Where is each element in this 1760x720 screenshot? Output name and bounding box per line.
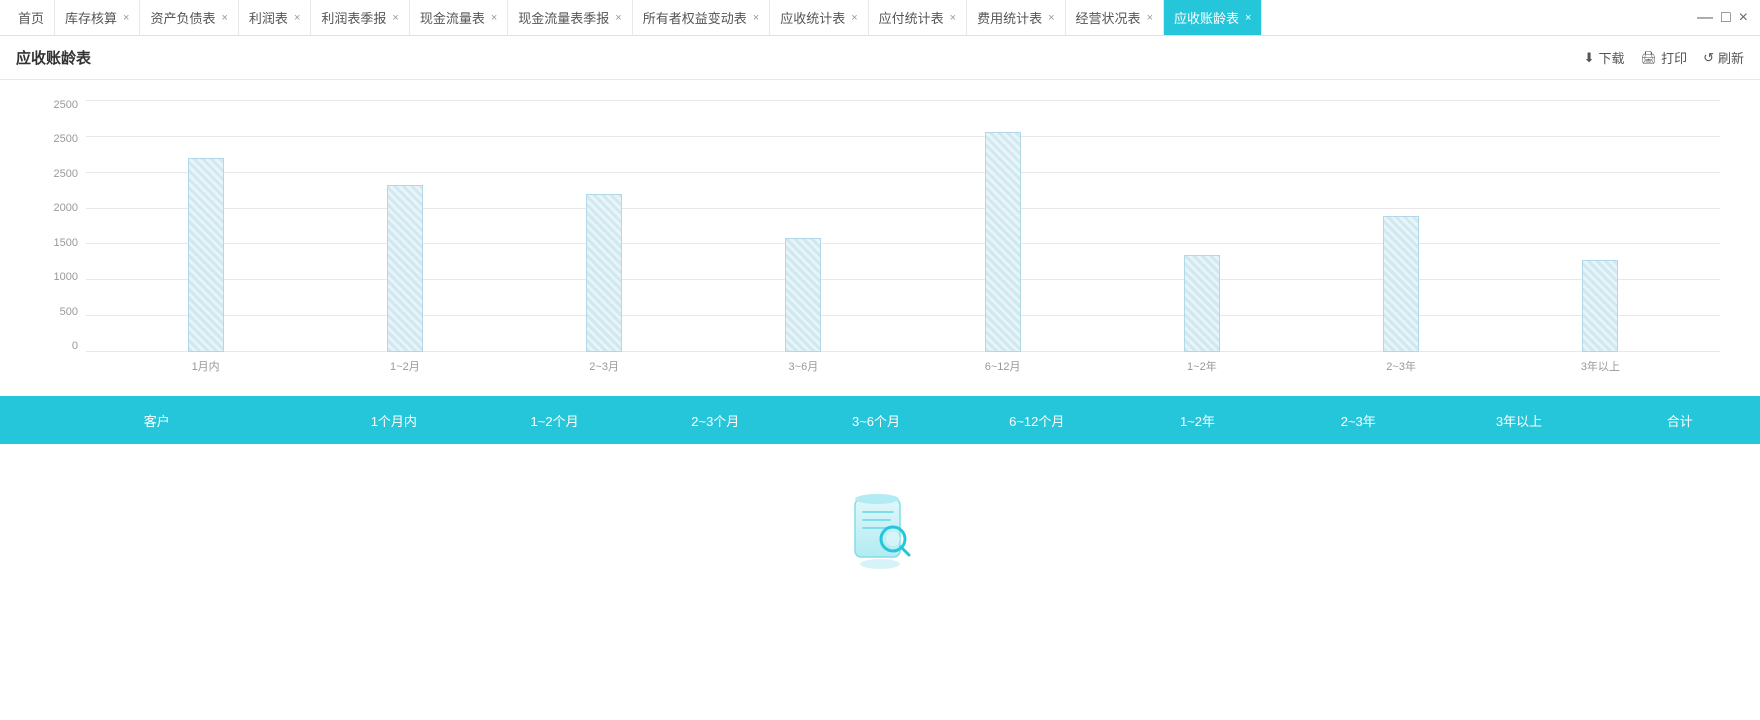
page-title: 应收账龄表: [16, 47, 91, 68]
empty-icon: [835, 484, 925, 574]
tab-equity[interactable]: 所有者权益变动表 ×: [633, 0, 770, 36]
y-label-500: 500: [40, 307, 78, 318]
bar-6: [1383, 216, 1419, 352]
chart-inner: 1月内 1~2月 2~3月 3~6月 6~12月 1~2年 2~3年 3年以上: [86, 96, 1720, 376]
x-label-5: 1~2年: [1172, 358, 1232, 374]
tab-home[interactable]: 首页: [8, 0, 55, 36]
header-actions: ⬇ 下载 🖨 打印 ↺ 刷新: [1584, 48, 1744, 67]
tab-inventory[interactable]: 库存核算 ×: [55, 0, 140, 36]
tab-payable-stat-close[interactable]: ×: [950, 12, 956, 24]
window-close[interactable]: ×: [1739, 9, 1748, 27]
tab-expense-stat-close[interactable]: ×: [1048, 12, 1054, 24]
table-header-cell-9: 合计: [1599, 411, 1760, 430]
chart-area: 0 500 1000 1500 2000 2500 2500 2500: [0, 80, 1760, 396]
tab-bar: 首页 库存核算 × 资产负债表 × 利润表 × 利润表季报 × 现金流量表 × …: [0, 0, 1760, 36]
bar-group-3: [785, 238, 821, 352]
tab-cashflow-quarterly[interactable]: 现金流量表季报 ×: [508, 0, 632, 36]
bar-4: [985, 132, 1021, 352]
x-label-6: 2~3年: [1371, 358, 1431, 374]
bar-2: [586, 194, 622, 352]
table-header-cell-2: 1~2个月: [474, 411, 635, 430]
table-header: 客户1个月内1~2个月2~3个月3~6个月6~12个月1~2年2~3年3年以上合…: [0, 396, 1760, 444]
tab-balance-close[interactable]: ×: [221, 12, 227, 24]
tab-equity-close[interactable]: ×: [753, 12, 759, 24]
y-label-2500a: 2500: [40, 169, 78, 180]
bar-group-0: [188, 158, 224, 352]
y-label-2000: 2000: [40, 203, 78, 214]
bar-group-7: [1582, 260, 1618, 352]
y-label-1000: 1000: [40, 272, 78, 283]
window-maximize[interactable]: □: [1721, 9, 1731, 27]
refresh-icon: ↺: [1703, 50, 1714, 66]
table-header-cell-5: 6~12个月: [956, 411, 1117, 430]
table-header-cell-8: 3年以上: [1439, 411, 1600, 430]
bar-group-1: [387, 185, 423, 352]
download-icon: ⬇: [1584, 50, 1595, 66]
y-label-2500c: 2500: [40, 100, 78, 111]
refresh-button[interactable]: ↺ 刷新: [1703, 48, 1744, 67]
table-header-cell-0: 客户: [0, 411, 313, 430]
table-header-cell-6: 1~2年: [1117, 411, 1278, 430]
tab-inventory-close[interactable]: ×: [123, 12, 129, 24]
table-header-cell-4: 3~6个月: [796, 411, 957, 430]
tab-profit[interactable]: 利润表 ×: [239, 0, 311, 36]
bar-group-6: [1383, 216, 1419, 352]
main-content: 0 500 1000 1500 2000 2500 2500 2500: [0, 80, 1760, 720]
table-header-cell-1: 1个月内: [313, 411, 474, 430]
tab-cashflow[interactable]: 现金流量表 ×: [410, 0, 508, 36]
page-header: 应收账龄表 ⬇ 下载 🖨 打印 ↺ 刷新: [0, 36, 1760, 80]
x-label-4: 6~12月: [973, 358, 1033, 374]
y-axis: 0 500 1000 1500 2000 2500 2500 2500: [40, 96, 78, 376]
bar-7: [1582, 260, 1618, 352]
empty-state: [0, 444, 1760, 614]
tab-cashflow-quarterly-close[interactable]: ×: [615, 12, 621, 24]
bar-0: [188, 158, 224, 352]
bar-group-4: [985, 132, 1021, 352]
y-label-1500: 1500: [40, 238, 78, 249]
tab-expense-stat[interactable]: 费用统计表 ×: [967, 0, 1065, 36]
bar-group-2: [586, 194, 622, 352]
tab-bar-actions: — □ ×: [1697, 9, 1752, 27]
tab-aging-close[interactable]: ×: [1245, 12, 1251, 24]
y-label-2500b: 2500: [40, 134, 78, 145]
bar-3: [785, 238, 821, 352]
window-minimize[interactable]: —: [1697, 9, 1713, 27]
table-header-cell-7: 2~3年: [1278, 411, 1439, 430]
x-label-1: 1~2月: [375, 358, 435, 374]
x-label-7: 3年以上: [1570, 358, 1630, 374]
chart-container: 0 500 1000 1500 2000 2500 2500 2500: [40, 96, 1720, 376]
tab-profit-quarterly-close[interactable]: ×: [392, 12, 398, 24]
bar-group-5: [1184, 255, 1220, 352]
x-label-0: 1月内: [176, 358, 236, 374]
y-label-0: 0: [40, 341, 78, 352]
tab-receivable-stat-close[interactable]: ×: [851, 12, 857, 24]
tab-profit-quarterly[interactable]: 利润表季报 ×: [311, 0, 409, 36]
tab-profit-close[interactable]: ×: [294, 12, 300, 24]
tab-operations[interactable]: 经营状况表 ×: [1066, 0, 1164, 36]
bar-1: [387, 185, 423, 352]
table-header-cell-3: 2~3个月: [635, 411, 796, 430]
tab-payable-stat[interactable]: 应付统计表 ×: [869, 0, 967, 36]
tab-balance[interactable]: 资产负债表 ×: [140, 0, 238, 36]
bar-5: [1184, 255, 1220, 352]
x-labels: 1月内 1~2月 2~3月 3~6月 6~12月 1~2年 2~3年 3年以上: [86, 356, 1720, 376]
download-button[interactable]: ⬇ 下载: [1584, 48, 1625, 67]
tab-aging[interactable]: 应收账龄表 ×: [1164, 0, 1262, 36]
print-icon: 🖨: [1641, 50, 1658, 66]
print-button[interactable]: 🖨 打印: [1641, 48, 1688, 67]
x-label-2: 2~3月: [574, 358, 634, 374]
bars-area: [86, 100, 1720, 352]
tab-receivable-stat[interactable]: 应收统计表 ×: [770, 0, 868, 36]
x-label-3: 3~6月: [773, 358, 833, 374]
tab-operations-close[interactable]: ×: [1147, 12, 1153, 24]
tab-cashflow-close[interactable]: ×: [491, 12, 497, 24]
